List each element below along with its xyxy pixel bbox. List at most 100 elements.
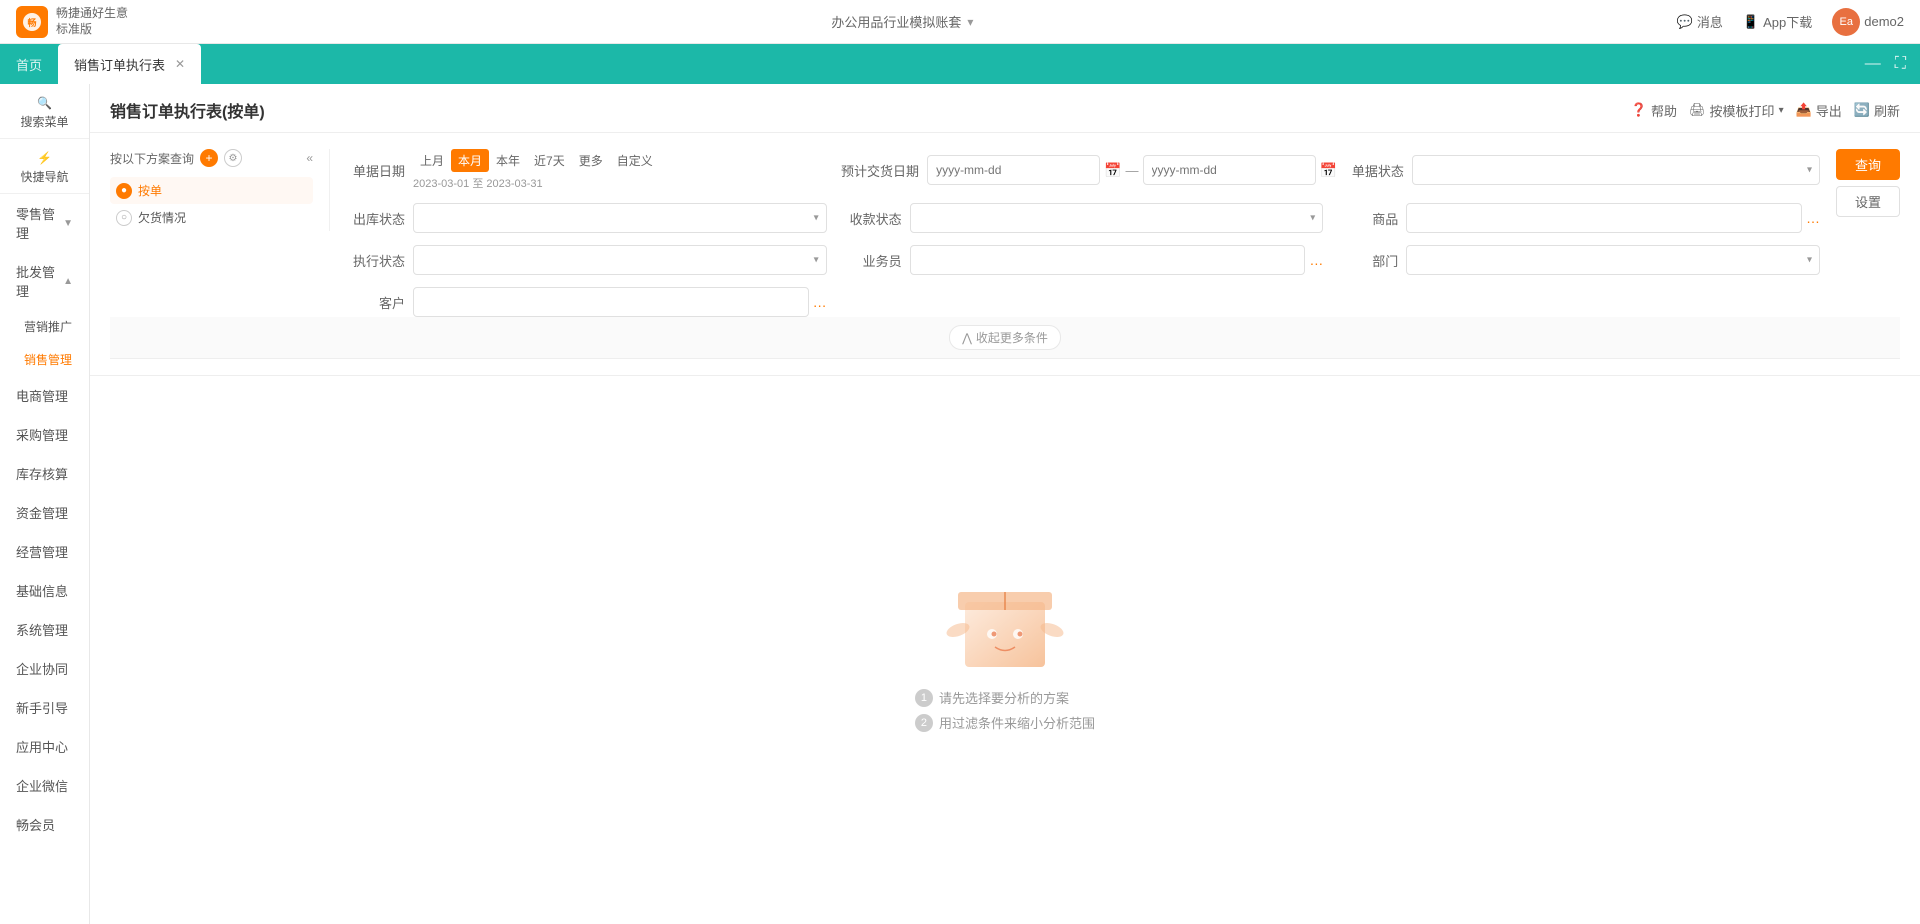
scheme-inactive-icon: ○: [116, 210, 132, 226]
sales-order-tab-label: 销售订单执行表: [74, 55, 165, 74]
tab-sales-order-exec[interactable]: 销售订单执行表 ✕: [58, 44, 201, 84]
scheme-item-按单[interactable]: ● 按单: [110, 177, 313, 204]
sidebar-item-app-center[interactable]: 应用中心: [0, 727, 89, 766]
sidebar-item-enterprise-collab[interactable]: 企业协同: [0, 649, 89, 688]
sidebar-item-retail-mgmt[interactable]: 零售管理 ▼: [0, 194, 89, 252]
filter-goods-item: 商品 …: [1343, 203, 1820, 233]
empty-text-1: 1 请先选择要分析的方案: [915, 688, 1095, 707]
top-bar: 畅 畅捷通好生意 标准版 办公用品行业模拟账套 ▾ 💬 消息 📱 App下载: [0, 0, 1920, 44]
empty-text-2: 2 用过滤条件来缩小分析范围: [915, 713, 1095, 732]
page-header: 销售订单执行表(按单) ❓ 帮助 🖨 按模板打印 ▾ 📤 导出: [90, 84, 1920, 133]
top-bar-left: 畅 畅捷通好生意 标准版: [16, 6, 128, 38]
order-status-label: 单据状态: [1349, 161, 1404, 180]
salesperson-label: 业务员: [847, 251, 902, 270]
collapse-more-btn[interactable]: ⋀ 收起更多条件: [949, 325, 1061, 350]
sidebar-item-new-guide[interactable]: 新手引导: [0, 688, 89, 727]
sidebar-item-inventory[interactable]: 库存核算: [0, 454, 89, 493]
empty-text-area: 1 请先选择要分析的方案 2 用过滤条件来缩小分析范围: [915, 688, 1095, 738]
filter-customer-item: 客户 …: [350, 287, 827, 317]
question-icon: ❓: [1631, 102, 1647, 118]
empty-state: 1 请先选择要分析的方案 2 用过滤条件来缩小分析范围: [90, 376, 1920, 924]
collapse-left-btn[interactable]: «: [306, 151, 313, 165]
scheme-active-icon: ●: [116, 183, 132, 199]
page-header-actions: ❓ 帮助 🖨 按模板打印 ▾ 📤 导出 🔄 刷新: [1631, 101, 1900, 120]
user-avatar-area[interactable]: Ea demo2: [1832, 8, 1904, 36]
refresh-btn[interactable]: 🔄 刷新: [1854, 101, 1900, 120]
search-btn-area: 查询 设置: [1836, 149, 1900, 217]
add-scheme-btn[interactable]: +: [200, 149, 218, 167]
shortcut-last-month[interactable]: 上月: [413, 149, 451, 172]
date-separator: —: [1126, 163, 1139, 178]
settings-scheme-btn[interactable]: ⚙: [224, 149, 242, 167]
print-btn[interactable]: 🖨 按模板打印 ▾: [1689, 101, 1784, 120]
logo-text: 畅捷通好生意 标准版: [56, 6, 128, 37]
tab-maximize-icon[interactable]: ⛶: [1891, 51, 1910, 77]
order-status-select[interactable]: ▾: [1412, 155, 1820, 185]
collection-status-select[interactable]: ▾: [910, 203, 1324, 233]
tab-minimize-icon[interactable]: —: [1861, 51, 1885, 77]
sidebar-item-ecom[interactable]: 电商管理: [0, 376, 89, 415]
sidebar: 🔍 搜索菜单 ⚡ 快捷导航 零售管理 ▼ 批发管理 ▲ 营销推广 销售管理: [0, 84, 90, 924]
sidebar-item-purchase[interactable]: 采购管理: [0, 415, 89, 454]
shortcut-this-year[interactable]: 本年: [489, 149, 527, 172]
export-btn[interactable]: 📤 导出: [1796, 101, 1842, 120]
message-btn[interactable]: 💬 消息: [1677, 12, 1723, 31]
filter-left-title: 按以下方案查询 + ⚙ «: [110, 149, 313, 167]
tab-close-icon[interactable]: ✕: [175, 57, 185, 71]
filter-salesperson-item: 业务员 …: [847, 245, 1324, 275]
expected-date-end[interactable]: [1143, 155, 1316, 185]
sidebar-sub-item-marketing[interactable]: 营销推广: [0, 310, 89, 343]
empty-num-2: 2: [915, 714, 933, 732]
avatar: Ea: [1832, 8, 1860, 36]
collapse-bar[interactable]: ⋀ 收起更多条件: [110, 317, 1900, 359]
shortcut-more[interactable]: 更多: [572, 149, 610, 172]
goods-input[interactable]: [1406, 203, 1802, 233]
help-btn[interactable]: ❓ 帮助: [1631, 101, 1677, 120]
shipment-status-select[interactable]: ▾: [413, 203, 827, 233]
sidebar-item-ops[interactable]: 经营管理: [0, 532, 89, 571]
expected-date-start[interactable]: [927, 155, 1100, 185]
logo-icon: 畅: [16, 6, 48, 38]
salesperson-input[interactable]: [910, 245, 1306, 275]
sidebar-item-finance[interactable]: 资金管理: [0, 493, 89, 532]
svg-text:畅: 畅: [27, 17, 36, 28]
settings-button[interactable]: 设置: [1836, 186, 1900, 217]
expand-company-icon[interactable]: ▾: [967, 15, 973, 29]
company-name-area[interactable]: 办公用品行业模拟账套 ▾: [831, 12, 973, 31]
sidebar-item-wholesale-mgmt[interactable]: 批发管理 ▲: [0, 252, 89, 310]
date-label: 单据日期: [350, 161, 405, 180]
customer-label: 客户: [350, 293, 405, 312]
customer-picker-icon[interactable]: …: [813, 294, 827, 310]
sidebar-item-enterprise-wx[interactable]: 企业微信: [0, 766, 89, 805]
empty-illustration: [940, 562, 1070, 672]
sidebar-sub-item-sales[interactable]: 销售管理: [0, 343, 89, 376]
collection-status-label: 收款状态: [847, 209, 902, 228]
shortcut-custom[interactable]: 自定义: [610, 149, 660, 172]
shortcut-this-month[interactable]: 本月: [451, 149, 489, 172]
chevron-down-icon: ▼: [63, 218, 73, 229]
shortcut-last7[interactable]: 近7天: [527, 149, 572, 172]
department-select[interactable]: ▾: [1406, 245, 1820, 275]
sidebar-item-member[interactable]: 畅会员: [0, 805, 89, 844]
goods-picker-icon[interactable]: …: [1806, 210, 1820, 226]
home-tab-label: 首页: [16, 55, 42, 74]
exec-status-select[interactable]: ▾: [413, 245, 827, 275]
tab-bar-actions: — ⛶: [1861, 51, 1920, 77]
search-button[interactable]: 查询: [1836, 149, 1900, 180]
logo-area: 畅 畅捷通好生意 标准版: [16, 6, 128, 38]
customer-input[interactable]: [413, 287, 809, 317]
sidebar-quick-nav[interactable]: ⚡ 快捷导航: [0, 139, 89, 194]
sidebar-item-label: 批发管理: [16, 262, 63, 300]
scheme-item-欠货[interactable]: ○ 欠货情况: [110, 204, 313, 231]
sidebar-item-system[interactable]: 系统管理: [0, 610, 89, 649]
app-download-btn[interactable]: 📱 App下载: [1743, 12, 1812, 31]
tab-home[interactable]: 首页: [0, 44, 58, 84]
filter-row: 按以下方案查询 + ⚙ « ● 按单 ○ 欠货情况: [110, 149, 1900, 317]
sidebar-search-area[interactable]: 🔍 搜索菜单: [0, 84, 89, 139]
chevron-up-icon: ▲: [63, 276, 73, 287]
salesperson-picker-icon[interactable]: …: [1309, 252, 1323, 268]
refresh-icon: 🔄: [1854, 102, 1870, 118]
message-icon: 💬: [1677, 14, 1693, 30]
sidebar-item-label: 零售管理: [16, 204, 63, 242]
sidebar-item-basic[interactable]: 基础信息: [0, 571, 89, 610]
